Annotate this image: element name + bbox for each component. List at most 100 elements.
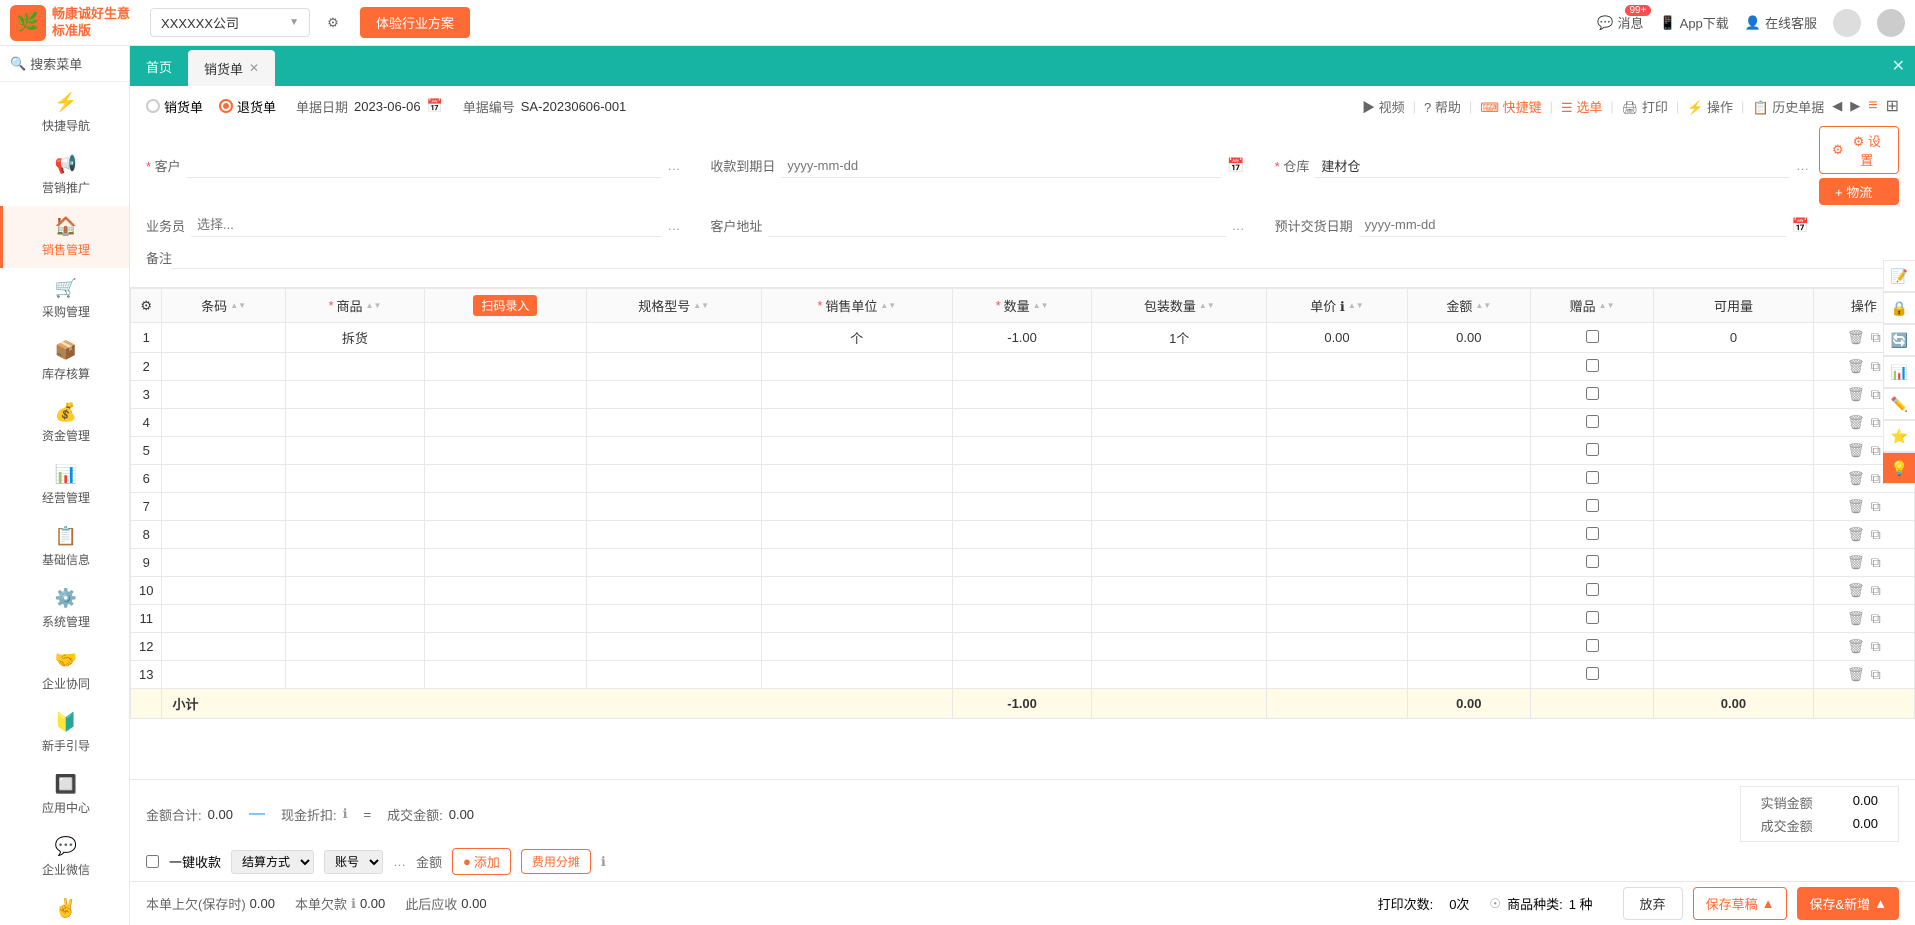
delete-icon[interactable]: 🗑 bbox=[1847, 610, 1865, 627]
delete-icon[interactable]: 🗑 bbox=[1847, 498, 1865, 515]
sidebar-item-appstore[interactable]: 🔲 应用中心 bbox=[0, 764, 129, 826]
row-price[interactable] bbox=[1267, 353, 1407, 381]
copy-icon[interactable]: ⧉ bbox=[1871, 498, 1881, 515]
sidebar-item-quick-nav[interactable]: ⚡ 快捷导航 bbox=[0, 82, 129, 144]
copy-icon[interactable]: ⧉ bbox=[1871, 386, 1881, 403]
salesperson-more-icon[interactable]: … bbox=[667, 218, 680, 233]
sidebar-item-enterprise[interactable]: 🤝 企业协同 bbox=[0, 640, 129, 702]
save-draft-button[interactable]: 保存草稿 ▲ bbox=[1693, 887, 1788, 920]
sidebar-item-marketing[interactable]: 📢 营销推广 bbox=[0, 144, 129, 206]
expense-info-icon[interactable]: ℹ bbox=[601, 854, 606, 870]
payment-more-icon[interactable]: … bbox=[393, 854, 406, 869]
row-product[interactable]: 拆货 bbox=[285, 323, 424, 353]
sidebar-item-vip[interactable]: ✌️ 畅会员 bbox=[0, 888, 129, 925]
float-btn-2[interactable]: 🔒 bbox=[1883, 292, 1915, 324]
radio-sales[interactable]: 销货单 bbox=[146, 97, 203, 116]
row-price[interactable]: 0.00 bbox=[1267, 323, 1407, 353]
tab-sales-order[interactable]: 销货单 ✕ bbox=[188, 50, 275, 86]
delete-icon[interactable]: 🗑 bbox=[1847, 386, 1865, 403]
one-click-payment-checkbox[interactable] bbox=[146, 855, 159, 868]
delete-icon[interactable]: 🗑 bbox=[1847, 358, 1865, 375]
product-type-icon[interactable]: ☉ bbox=[1489, 896, 1501, 912]
delete-icon[interactable]: 🗑 bbox=[1847, 554, 1865, 571]
row-qty[interactable] bbox=[952, 353, 1091, 381]
company-selector[interactable]: XXXXXX公司 ▼ bbox=[150, 8, 310, 37]
delete-icon[interactable]: 🗑 bbox=[1847, 582, 1865, 599]
copy-icon[interactable]: ⧉ bbox=[1871, 610, 1881, 627]
sidebar-item-finance[interactable]: 💰 资金管理 bbox=[0, 392, 129, 454]
prev-icon[interactable]: ◀ bbox=[1832, 98, 1842, 114]
copy-icon[interactable]: ⧉ bbox=[1871, 442, 1881, 459]
delete-icon[interactable]: 🗑 bbox=[1847, 638, 1865, 655]
sidebar-item-basics[interactable]: 📋 基础信息 bbox=[0, 516, 129, 578]
row-unit[interactable] bbox=[761, 353, 952, 381]
delete-icon[interactable]: 🗑 bbox=[1847, 526, 1865, 543]
sidebar-item-wechat[interactable]: 💬 企业微信 bbox=[0, 826, 129, 888]
video-link[interactable]: ▶ 视频 bbox=[1362, 97, 1405, 116]
close-all-button[interactable]: ✕ bbox=[1892, 56, 1905, 76]
row-spec[interactable] bbox=[586, 353, 761, 381]
row-spec[interactable] bbox=[586, 323, 761, 353]
scan-button[interactable]: 扫码录入 bbox=[473, 295, 537, 316]
grid-view-icon[interactable]: ⊞ bbox=[1886, 96, 1899, 116]
row-qty[interactable]: -1.00 bbox=[952, 323, 1091, 353]
expense-split-button[interactable]: 费用分摊 bbox=[521, 849, 591, 874]
delivery-date-calendar-icon[interactable]: 📅 bbox=[1792, 217, 1809, 234]
sidebar-item-inventory[interactable]: 📦 库存核算 bbox=[0, 330, 129, 392]
copy-icon[interactable]: ⧉ bbox=[1871, 358, 1881, 375]
due-date-input[interactable] bbox=[781, 154, 1221, 178]
sidebar-item-system[interactable]: ⚙️ 系统管理 bbox=[0, 578, 129, 640]
company-settings-button[interactable]: ⚙ bbox=[318, 8, 348, 38]
online-service-button[interactable]: 👤 在线客服 bbox=[1745, 13, 1817, 32]
sidebar-item-guide[interactable]: 🔰 新手引导 bbox=[0, 702, 129, 764]
copy-icon[interactable]: ⧉ bbox=[1871, 582, 1881, 599]
float-btn-orange[interactable]: 💡 bbox=[1883, 452, 1915, 484]
address-more-icon[interactable]: … bbox=[1232, 218, 1245, 233]
add-payment-button[interactable]: ● 添加 bbox=[452, 848, 511, 875]
calendar-icon[interactable]: 📅 bbox=[427, 98, 443, 114]
salesperson-input[interactable] bbox=[191, 213, 661, 237]
choose-link[interactable]: ☰ 选单 bbox=[1561, 97, 1602, 116]
avatar[interactable] bbox=[1833, 9, 1861, 37]
radio-return[interactable]: 退货单 bbox=[219, 97, 276, 116]
copy-icon[interactable]: ⧉ bbox=[1871, 329, 1881, 346]
payment-method-select[interactable]: 结算方式 bbox=[231, 850, 314, 874]
list-view-icon[interactable]: ≡ bbox=[1868, 97, 1877, 115]
col-settings[interactable]: ⚙ bbox=[131, 289, 162, 323]
delivery-date-input[interactable] bbox=[1359, 213, 1786, 237]
delete-icon[interactable]: 🗑 bbox=[1847, 666, 1865, 683]
copy-icon[interactable]: ⧉ bbox=[1871, 414, 1881, 431]
row-gift[interactable] bbox=[1530, 353, 1653, 381]
row-unit[interactable]: 个 bbox=[761, 323, 952, 353]
row-pack-qty[interactable]: 1个 bbox=[1092, 323, 1267, 353]
row-product[interactable] bbox=[285, 353, 424, 381]
row-gift[interactable] bbox=[1530, 323, 1653, 353]
warehouse-more-icon[interactable]: … bbox=[1796, 158, 1809, 173]
copy-icon[interactable]: ⧉ bbox=[1871, 666, 1881, 683]
total-debt-icon[interactable]: ℹ bbox=[351, 896, 356, 912]
discount-info-icon[interactable]: ℹ bbox=[343, 806, 348, 822]
sidebar-item-sales[interactable]: 🏠 销售管理 bbox=[0, 206, 129, 268]
user-profile[interactable] bbox=[1877, 9, 1905, 37]
float-btn-6[interactable]: ⭐ bbox=[1883, 420, 1915, 452]
app-download-button[interactable]: 📱 App下载 bbox=[1659, 13, 1728, 32]
warehouse-input[interactable] bbox=[1315, 154, 1790, 178]
next-icon[interactable]: ▶ bbox=[1850, 98, 1860, 114]
delete-icon[interactable]: 🗑 bbox=[1847, 470, 1865, 487]
copy-icon[interactable]: ⧉ bbox=[1871, 470, 1881, 487]
shortcut-link[interactable]: ⌨ 快捷键 bbox=[1480, 97, 1541, 116]
copy-icon[interactable]: ⧉ bbox=[1871, 554, 1881, 571]
trial-button[interactable]: 体验行业方案 bbox=[360, 7, 470, 38]
sidebar-item-operations[interactable]: 📊 经营管理 bbox=[0, 454, 129, 516]
message-button[interactable]: 💬 消息 99+ bbox=[1597, 13, 1643, 32]
address-input[interactable] bbox=[768, 213, 1225, 237]
delete-icon[interactable]: 🗑 bbox=[1847, 329, 1865, 346]
float-btn-3[interactable]: 🔄 bbox=[1883, 324, 1915, 356]
copy-icon[interactable]: ⧉ bbox=[1871, 526, 1881, 543]
float-btn-5[interactable]: ✏️ bbox=[1883, 388, 1915, 420]
history-link[interactable]: 📋 历史单据 bbox=[1752, 97, 1824, 116]
customer-input[interactable] bbox=[187, 154, 662, 178]
save-new-button[interactable]: 保存&新增 ▲ bbox=[1797, 887, 1899, 920]
operations-link[interactable]: ⚡ 操作 bbox=[1687, 97, 1733, 116]
customer-more-icon[interactable]: … bbox=[667, 158, 680, 173]
